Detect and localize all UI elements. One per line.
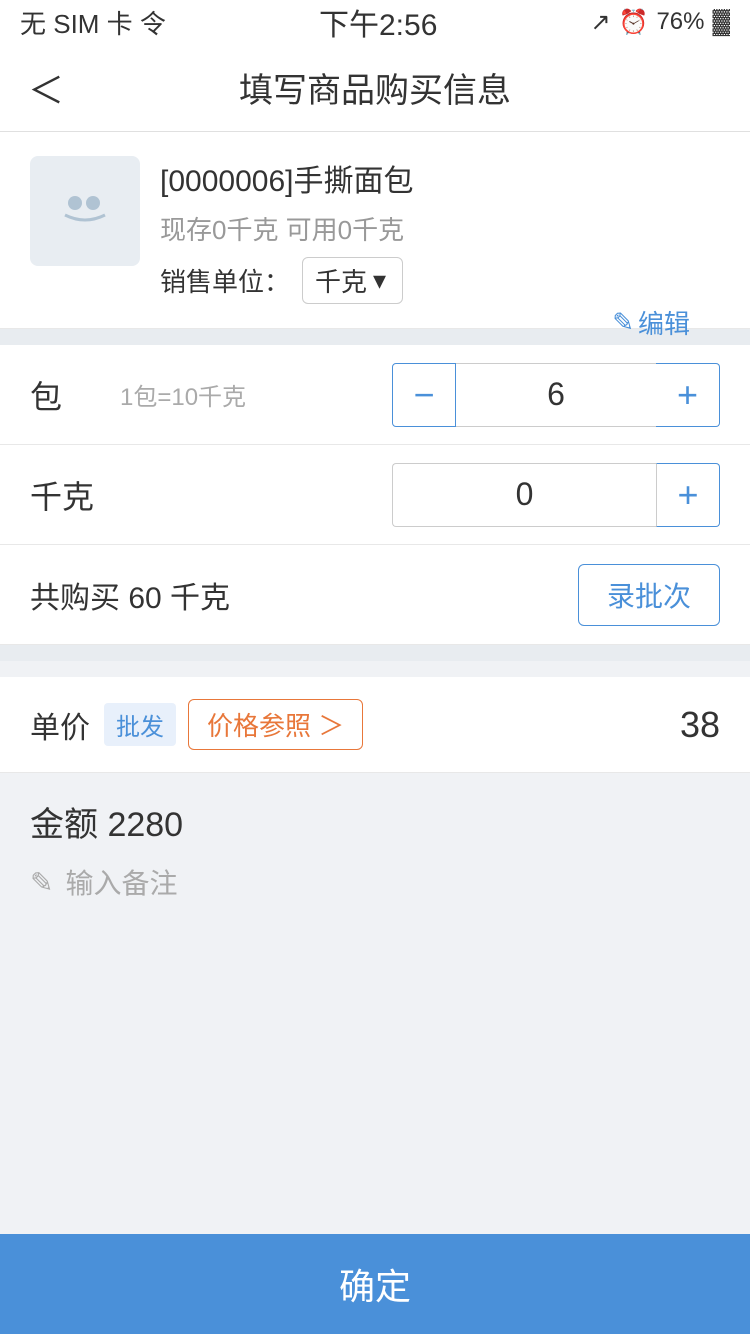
unit-value: 千克 — [315, 262, 367, 299]
amount-row: 金额 2280 — [30, 797, 720, 846]
edit-link[interactable]: ✎ 编辑 — [612, 304, 690, 341]
product-name: [0000006]手撕面包 — [160, 156, 720, 200]
status-left: 无 SIM 卡 令 — [20, 4, 166, 41]
product-stock: 现存0千克 可用0千克 — [160, 210, 720, 247]
edit-icon: ✎ — [612, 307, 634, 338]
price-label: 单价 — [30, 703, 90, 747]
unit-select[interactable]: 千克 ▾ — [302, 257, 403, 304]
location-icon: ↗ — [590, 8, 610, 37]
amount-label: 金额 2280 — [30, 806, 183, 844]
price-tag: 批发 — [104, 703, 176, 746]
price-section: 单价 批发 价格参照 ＞ 38 — [0, 677, 750, 773]
confirm-button[interactable]: 确定 — [0, 1234, 750, 1334]
status-right: ↗ ⏰ 76% ▓ — [590, 8, 730, 37]
product-unit-row: 销售单位： 千克 ▾ — [160, 257, 720, 304]
kg-label: 千克 — [30, 472, 110, 518]
remark-row[interactable]: ✎ 输入备注 — [30, 862, 720, 902]
kg-controls: + — [392, 463, 720, 527]
bottom-area — [0, 918, 750, 1258]
input-section: 包 1包=10千克 − + 千克 + — [0, 345, 750, 545]
back-button[interactable]: ＜ — [28, 62, 64, 114]
price-value: 38 — [680, 704, 720, 746]
page-title: 填写商品购买信息 — [239, 63, 511, 112]
amount-section: 金额 2280 ✎ 输入备注 — [0, 773, 750, 918]
bag-label: 包 — [30, 372, 110, 418]
batch-button[interactable]: 录批次 — [578, 564, 720, 626]
alarm-icon: ⏰ — [619, 8, 649, 37]
bag-row: 包 1包=10千克 − + — [0, 345, 750, 445]
summary-row: 共购买 60 千克 录批次 — [0, 545, 750, 645]
kg-input[interactable] — [392, 463, 656, 527]
product-image — [30, 156, 140, 266]
status-bar: 无 SIM 卡 令 下午2:56 ↗ ⏰ 76% ▓ — [0, 0, 750, 44]
bag-minus-button[interactable]: − — [392, 363, 456, 427]
battery-text: 76% — [656, 8, 704, 36]
kg-plus-button[interactable]: + — [656, 463, 720, 527]
bag-controls: − + — [392, 363, 720, 427]
pencil-icon: ✎ — [30, 866, 53, 899]
product-card: [0000006]手撕面包 现存0千克 可用0千克 销售单位： 千克 ▾ ✎ 编… — [0, 132, 750, 329]
bag-input[interactable] — [456, 363, 656, 427]
edit-label: 编辑 — [638, 304, 690, 341]
separator-2 — [0, 645, 750, 661]
price-ref-button[interactable]: 价格参照 ＞ — [188, 699, 363, 750]
bag-plus-button[interactable]: + — [656, 363, 720, 427]
price-row: 单价 批发 价格参照 ＞ 38 — [0, 677, 750, 773]
bag-hint: 1包=10千克 — [120, 377, 392, 412]
status-time: 下午2:56 — [319, 0, 437, 44]
nav-bar: ＜ 填写商品购买信息 — [0, 44, 750, 132]
kg-row: 千克 + — [0, 445, 750, 545]
summary-text: 共购买 60 千克 — [30, 573, 230, 617]
unit-label: 销售单位： — [160, 262, 290, 299]
battery-icon: ▓ — [713, 8, 731, 36]
remark-placeholder: 输入备注 — [65, 862, 177, 902]
dropdown-icon: ▾ — [373, 265, 386, 296]
product-info: [0000006]手撕面包 现存0千克 可用0千克 销售单位： 千克 ▾ ✎ 编… — [160, 156, 720, 304]
